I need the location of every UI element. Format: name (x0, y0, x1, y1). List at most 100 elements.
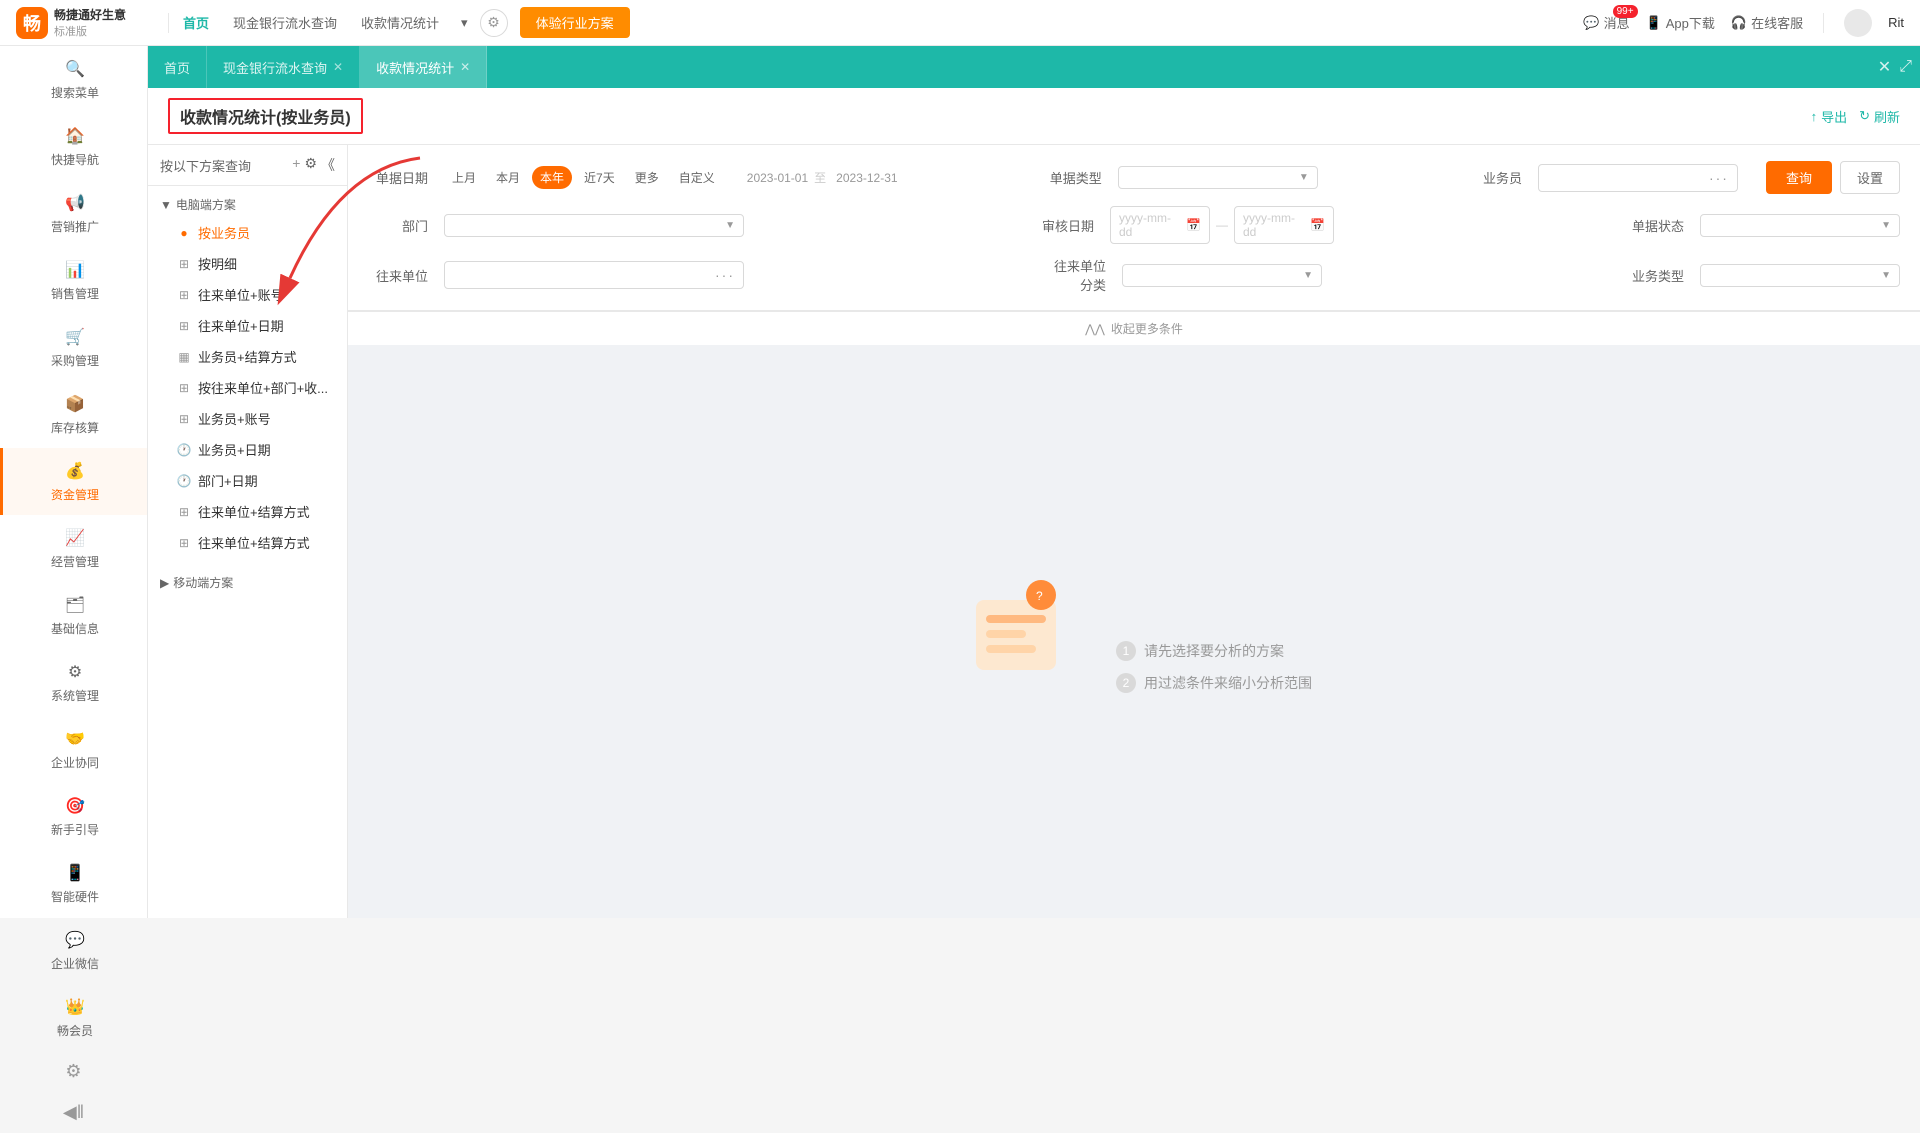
sidebar-item-shortcuts[interactable]: 🏠 快捷导航 (0, 113, 147, 180)
audit-date-end[interactable]: yyyy-mm-dd 📅 (1234, 206, 1334, 244)
nav-item-home[interactable]: 首页 (173, 9, 219, 36)
sidebar-settings-btn[interactable]: ⚙ (0, 1051, 147, 1092)
tab-close-collection[interactable]: ✕ (460, 60, 470, 74)
tab-close-bank[interactable]: ✕ (333, 60, 343, 74)
nav-item-bank[interactable]: 现金银行流水查询 (223, 9, 347, 36)
audit-date-start[interactable]: yyyy-mm-dd 📅 (1110, 206, 1210, 244)
sidebar-item-finance[interactable]: 💰 资金管理 (0, 448, 147, 515)
sidebar-item-system[interactable]: ⚙ 系统管理 (0, 649, 147, 716)
app-download-item[interactable]: 📱 App下载 (1646, 13, 1715, 32)
sidebar-item-wechat[interactable]: 💬 企业微信 (0, 917, 147, 984)
select-partner[interactable]: ··· (444, 261, 744, 289)
filter-panel: 单据日期 上月 本月 本年 近7天 更多 自定义 2023-01-01 (348, 145, 1920, 311)
sidebar-item-enterprise[interactable]: 🤝 企业协同 (0, 716, 147, 783)
audit-date-range: yyyy-mm-dd 📅 — yyyy-mm-dd 📅 (1110, 206, 1334, 244)
collapse-bar[interactable]: ⋀⋀ 收起更多条件 (348, 311, 1920, 345)
ellipsis-salesman[interactable]: ··· (1709, 170, 1729, 186)
set-button[interactable]: 设置 (1840, 161, 1900, 194)
trial-button[interactable]: 体验行业方案 (520, 7, 630, 38)
sidebar-item-marketing[interactable]: 📢 营销推广 (0, 180, 147, 247)
select-bill-status[interactable]: ▼ (1700, 214, 1900, 237)
tab-maximize-icon[interactable]: ⤢ (1899, 58, 1912, 76)
scheme-item-dept-date[interactable]: 🕐 部门+日期 (148, 465, 347, 496)
sidebar-item-purchase[interactable]: 🛒 采购管理 (0, 314, 147, 381)
empty-state: ? 1 请先选择要分析的方案 2 (956, 570, 1312, 693)
scheme-group-mobile: ▶ 移动端方案 (148, 564, 347, 601)
guide-icon: 🎯 (64, 795, 86, 817)
inventory-icon: 📦 (64, 393, 86, 415)
message-item[interactable]: 💬 消息 99+ (1583, 13, 1629, 32)
select-partner-category[interactable]: ▼ (1122, 264, 1322, 287)
chevron-right-icon: ▶ (160, 576, 169, 590)
sidebar-item-hardware[interactable]: 📱 智能硬件 (0, 850, 147, 917)
shortcut-last-month[interactable]: 上月 (444, 166, 484, 189)
top-nav: 首页 现金银行流水查询 收款情况统计 ▾ ⚙ 体验行业方案 (173, 7, 1583, 38)
purchase-icon: 🛒 (64, 326, 86, 348)
empty-illustration: ? (956, 570, 1076, 693)
shortcut-more[interactable]: 更多 (627, 166, 667, 189)
system-icon: ⚙ (64, 661, 86, 683)
scheme-add-btn[interactable]: + (292, 155, 300, 175)
scheme-item-partner-date[interactable]: ⊞ 往来单位+日期 (148, 310, 347, 341)
refresh-button[interactable]: ↻ 刷新 (1859, 107, 1900, 126)
sidebar-item-member[interactable]: 👑 畅会员 (0, 984, 147, 1051)
export-icon: ↑ (1811, 109, 1818, 124)
marketing-icon: 📢 (64, 192, 86, 214)
select-salesman[interactable]: ··· (1538, 164, 1738, 192)
tab-home[interactable]: 首页 (148, 46, 207, 88)
scheme-item-partner-settle1[interactable]: ⊞ 往来单位+结算方式 (148, 496, 347, 527)
wechat-icon: 💬 (64, 929, 86, 951)
app-download-icon: 📱 (1646, 15, 1662, 31)
sales-icon: 📊 (64, 259, 86, 281)
right-area: 单据日期 上月 本月 本年 近7天 更多 自定义 2023-01-01 (348, 145, 1920, 918)
page-header: 收款情况统计(按业务员) ↑ 导出 ↻ 刷新 (148, 88, 1920, 145)
scheme-item-salesman-payment[interactable]: ▦ 业务员+结算方式 (148, 341, 347, 372)
scheme-collapse-btn[interactable]: 《 (321, 155, 335, 175)
date-separator: 至 (814, 169, 826, 186)
scheme-gear-btn[interactable]: ⚙ (304, 155, 317, 175)
member-icon: 👑 (64, 996, 86, 1018)
select-biz-type[interactable]: ▼ (1700, 264, 1900, 287)
ellipsis-partner[interactable]: ··· (715, 267, 735, 283)
chevron-bill-status: ▼ (1881, 220, 1891, 231)
sidebar-item-basic-info[interactable]: 🗂 基础信息 (0, 582, 147, 649)
scheme-item-partner-account[interactable]: ⊞ 往来单位+账号 (148, 279, 347, 310)
sidebar-collapse-btn[interactable]: ◀‖ (0, 1092, 147, 1133)
label-dept: 部门 (368, 216, 428, 235)
tab-minimize-icon[interactable]: ✕ (1878, 57, 1891, 77)
user-avatar[interactable] (1844, 9, 1872, 37)
scheme-group-desktop-title[interactable]: ▼ 电脑端方案 (148, 192, 347, 217)
scheme-item-salesman-account[interactable]: ⊞ 业务员+账号 (148, 403, 347, 434)
scheme-item-by-salesman[interactable]: ● 按业务员 (148, 217, 347, 248)
date-end-text: 2023-12-31 (836, 171, 897, 185)
tab-collection[interactable]: 收款情况统计 ✕ (360, 46, 487, 88)
shortcut-this-month[interactable]: 本月 (488, 166, 528, 189)
export-button[interactable]: ↑ 导出 (1811, 107, 1848, 126)
sidebar-item-inventory[interactable]: 📦 库存核算 (0, 381, 147, 448)
sidebar-item-sales[interactable]: 📊 销售管理 (0, 247, 147, 314)
scheme-item-partner-settle2[interactable]: ⊞ 往来单位+结算方式 (148, 527, 347, 558)
settings-icon[interactable]: ⚙ (480, 9, 508, 37)
tab-bank-flow[interactable]: 现金银行流水查询 ✕ (207, 46, 360, 88)
nav-dropdown[interactable]: ▾ (453, 11, 476, 35)
basic-info-icon: 🗂 (64, 594, 86, 616)
date-range-inputs: 2023-01-01 至 2023-12-31 (743, 169, 898, 186)
select-bill-type[interactable]: ▼ (1118, 166, 1318, 189)
chevron-down-icon: ▼ (160, 198, 172, 212)
nav-item-collection[interactable]: 收款情况统计 (351, 9, 449, 36)
scheme-item-salesman-date[interactable]: 🕐 业务员+日期 (148, 434, 347, 465)
scheme-icon-grid: ⊞ (176, 256, 192, 272)
scheme-group-mobile-title[interactable]: ▶ 移动端方案 (148, 570, 347, 595)
shortcut-7days[interactable]: 近7天 (576, 166, 623, 189)
online-service-item[interactable]: 🎧 在线客服 (1731, 13, 1803, 32)
scheme-icon-grid4: ⊞ (176, 380, 192, 396)
shortcut-this-year[interactable]: 本年 (532, 166, 572, 189)
select-dept[interactable]: ▼ (444, 214, 744, 237)
sidebar-item-search[interactable]: 🔍 搜索菜单 (0, 46, 147, 113)
scheme-item-partner-dept[interactable]: ⊞ 按往来单位+部门+收... (148, 372, 347, 403)
shortcut-custom[interactable]: 自定义 (671, 166, 723, 189)
sidebar-item-operation[interactable]: 📈 经营管理 (0, 515, 147, 582)
sidebar-item-guide[interactable]: 🎯 新手引导 (0, 783, 147, 850)
scheme-item-detail[interactable]: ⊞ 按明细 (148, 248, 347, 279)
query-button[interactable]: 查询 (1766, 161, 1832, 194)
